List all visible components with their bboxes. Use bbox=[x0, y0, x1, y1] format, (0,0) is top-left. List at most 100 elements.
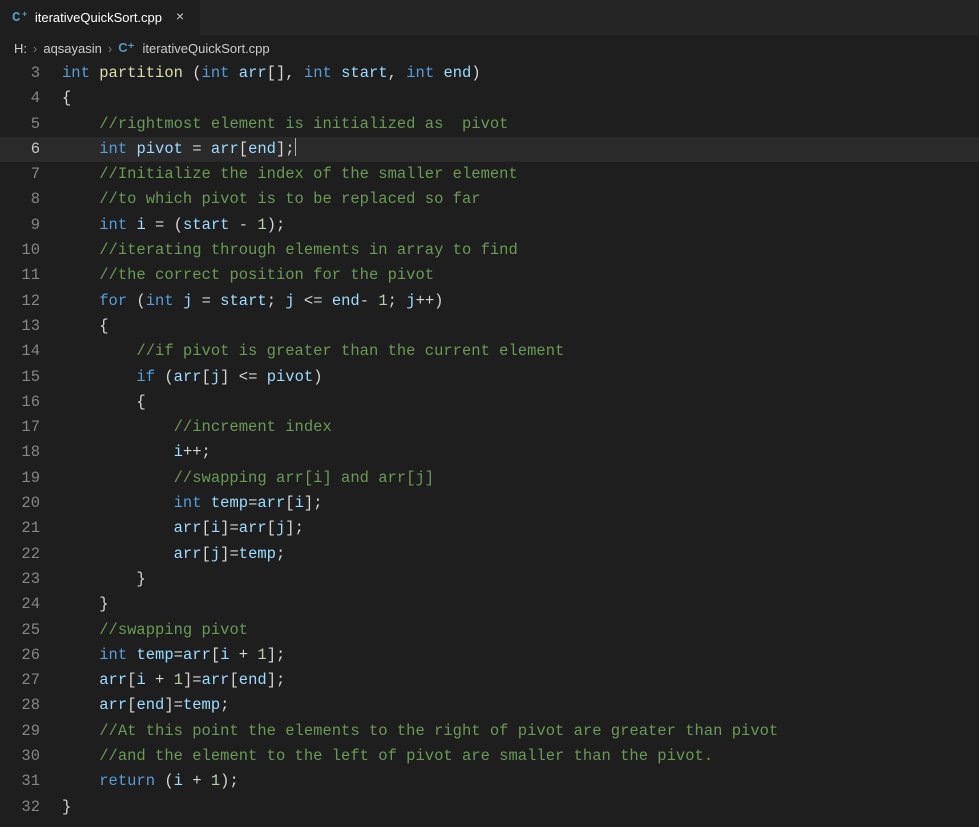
code-line[interactable]: 22 arr[j]=temp; bbox=[0, 542, 979, 567]
code-content[interactable]: //swapping arr[i] and arr[j] bbox=[62, 466, 979, 491]
breadcrumb-item-folder[interactable]: aqsayasin bbox=[43, 41, 102, 56]
code-line[interactable]: 32} bbox=[0, 795, 979, 820]
line-number: 16 bbox=[0, 390, 62, 415]
code-content[interactable]: //the correct position for the pivot bbox=[62, 263, 979, 288]
code-content[interactable]: i++; bbox=[62, 440, 979, 465]
code-content[interactable]: //At this point the elements to the righ… bbox=[62, 719, 979, 744]
code-content[interactable]: int partition (int arr[], int start, int… bbox=[62, 61, 979, 86]
token-pun bbox=[62, 443, 174, 461]
code-line[interactable]: 27 arr[i + 1]=arr[end]; bbox=[0, 668, 979, 693]
token-var: i bbox=[174, 772, 183, 790]
code-content[interactable]: { bbox=[62, 390, 979, 415]
code-content[interactable]: int temp=arr[i]; bbox=[62, 491, 979, 516]
token-pun: [ bbox=[267, 519, 276, 537]
code-content[interactable]: } bbox=[62, 592, 979, 617]
code-line[interactable]: 14 //if pivot is greater than the curren… bbox=[0, 339, 979, 364]
code-line[interactable]: 6 int pivot = arr[end]; bbox=[0, 137, 979, 162]
breadcrumb-item-file[interactable]: iterativeQuickSort.cpp bbox=[142, 41, 269, 56]
code-content[interactable]: //if pivot is greater than the current e… bbox=[62, 339, 979, 364]
code-content[interactable]: //rightmost element is initialized as pi… bbox=[62, 112, 979, 137]
code-editor[interactable]: 3int partition (int arr[], int start, in… bbox=[0, 61, 979, 820]
line-number: 24 bbox=[0, 592, 62, 617]
token-var: temp bbox=[136, 646, 173, 664]
code-line[interactable]: 12 for (int j = start; j <= end- 1; j++) bbox=[0, 289, 979, 314]
code-line[interactable]: 28 arr[end]=temp; bbox=[0, 693, 979, 718]
line-number: 11 bbox=[0, 263, 62, 288]
code-line[interactable]: 29 //At this point the elements to the r… bbox=[0, 719, 979, 744]
cpp-file-icon: C⁺ bbox=[118, 40, 134, 56]
code-content[interactable]: //iterating through elements in array to… bbox=[62, 238, 979, 263]
token-pun: = ( bbox=[146, 216, 183, 234]
code-content[interactable]: int temp=arr[i + 1]; bbox=[62, 643, 979, 668]
code-content[interactable]: return (i + 1); bbox=[62, 769, 979, 794]
token-pun: ); bbox=[267, 216, 286, 234]
token-kw: int bbox=[202, 64, 230, 82]
line-number: 21 bbox=[0, 516, 62, 541]
code-content[interactable]: //and the element to the left of pivot a… bbox=[62, 744, 979, 769]
token-pun: + bbox=[146, 671, 174, 689]
code-content[interactable]: } bbox=[62, 795, 979, 820]
code-content[interactable]: for (int j = start; j <= end- 1; j++) bbox=[62, 289, 979, 314]
token-pun: ( bbox=[155, 772, 174, 790]
code-content[interactable]: arr[end]=temp; bbox=[62, 693, 979, 718]
code-content[interactable]: } bbox=[62, 567, 979, 592]
code-line[interactable]: 9 int i = (start - 1); bbox=[0, 213, 979, 238]
code-line[interactable]: 10 //iterating through elements in array… bbox=[0, 238, 979, 263]
code-content[interactable]: arr[j]=temp; bbox=[62, 542, 979, 567]
code-line[interactable]: 8 //to which pivot is to be replaced so … bbox=[0, 187, 979, 212]
code-line[interactable]: 25 //swapping pivot bbox=[0, 618, 979, 643]
token-pun: <= bbox=[295, 292, 332, 310]
code-content[interactable]: arr[i]=arr[j]; bbox=[62, 516, 979, 541]
code-content[interactable]: { bbox=[62, 86, 979, 111]
code-line[interactable]: 24 } bbox=[0, 592, 979, 617]
line-number: 18 bbox=[0, 440, 62, 465]
code-content[interactable]: int pivot = arr[end]; bbox=[62, 137, 979, 162]
token-var: j bbox=[211, 545, 220, 563]
code-line[interactable]: 13 { bbox=[0, 314, 979, 339]
code-line[interactable]: 15 if (arr[j] <= pivot) bbox=[0, 365, 979, 390]
token-pun: ]; bbox=[267, 671, 286, 689]
line-number: 17 bbox=[0, 415, 62, 440]
code-line[interactable]: 5 //rightmost element is initialized as … bbox=[0, 112, 979, 137]
code-content[interactable]: //increment index bbox=[62, 415, 979, 440]
code-content[interactable]: int i = (start - 1); bbox=[62, 213, 979, 238]
code-line[interactable]: 20 int temp=arr[i]; bbox=[0, 491, 979, 516]
code-line[interactable]: 7 //Initialize the index of the smaller … bbox=[0, 162, 979, 187]
token-pun: ; bbox=[388, 292, 407, 310]
token-pun bbox=[62, 772, 99, 790]
token-pun: ; bbox=[220, 696, 229, 714]
token-kw: for bbox=[99, 292, 127, 310]
code-line[interactable]: 3int partition (int arr[], int start, in… bbox=[0, 61, 979, 86]
token-kw: return bbox=[99, 772, 155, 790]
tab-active[interactable]: C⁺ iterativeQuickSort.cpp × bbox=[0, 0, 201, 35]
token-pun: ]; bbox=[276, 140, 295, 158]
code-content[interactable]: //swapping pivot bbox=[62, 618, 979, 643]
code-line[interactable]: 31 return (i + 1); bbox=[0, 769, 979, 794]
code-line[interactable]: 11 //the correct position for the pivot bbox=[0, 263, 979, 288]
token-pun: ) bbox=[471, 64, 480, 82]
code-line[interactable]: 4{ bbox=[0, 86, 979, 111]
token-kw: int bbox=[62, 64, 90, 82]
code-line[interactable]: 21 arr[i]=arr[j]; bbox=[0, 516, 979, 541]
code-content[interactable]: //to which pivot is to be replaced so fa… bbox=[62, 187, 979, 212]
token-pun bbox=[62, 469, 174, 487]
code-content[interactable]: //Initialize the index of the smaller el… bbox=[62, 162, 979, 187]
code-line[interactable]: 18 i++; bbox=[0, 440, 979, 465]
token-cmt: //to which pivot is to be replaced so fa… bbox=[99, 190, 480, 208]
token-pun: { bbox=[62, 317, 109, 335]
code-line[interactable]: 23 } bbox=[0, 567, 979, 592]
token-pun: ( bbox=[155, 368, 174, 386]
code-line[interactable]: 16 { bbox=[0, 390, 979, 415]
token-pun bbox=[229, 64, 238, 82]
code-content[interactable]: { bbox=[62, 314, 979, 339]
code-line[interactable]: 30 //and the element to the left of pivo… bbox=[0, 744, 979, 769]
code-content[interactable]: arr[i + 1]=arr[end]; bbox=[62, 668, 979, 693]
code-line[interactable]: 26 int temp=arr[i + 1]; bbox=[0, 643, 979, 668]
code-line[interactable]: 19 //swapping arr[i] and arr[j] bbox=[0, 466, 979, 491]
breadcrumb-item-drive[interactable]: H: bbox=[14, 41, 27, 56]
token-var: j bbox=[276, 519, 285, 537]
token-kw: int bbox=[99, 216, 127, 234]
close-icon[interactable]: × bbox=[172, 10, 188, 26]
code-line[interactable]: 17 //increment index bbox=[0, 415, 979, 440]
code-content[interactable]: if (arr[j] <= pivot) bbox=[62, 365, 979, 390]
